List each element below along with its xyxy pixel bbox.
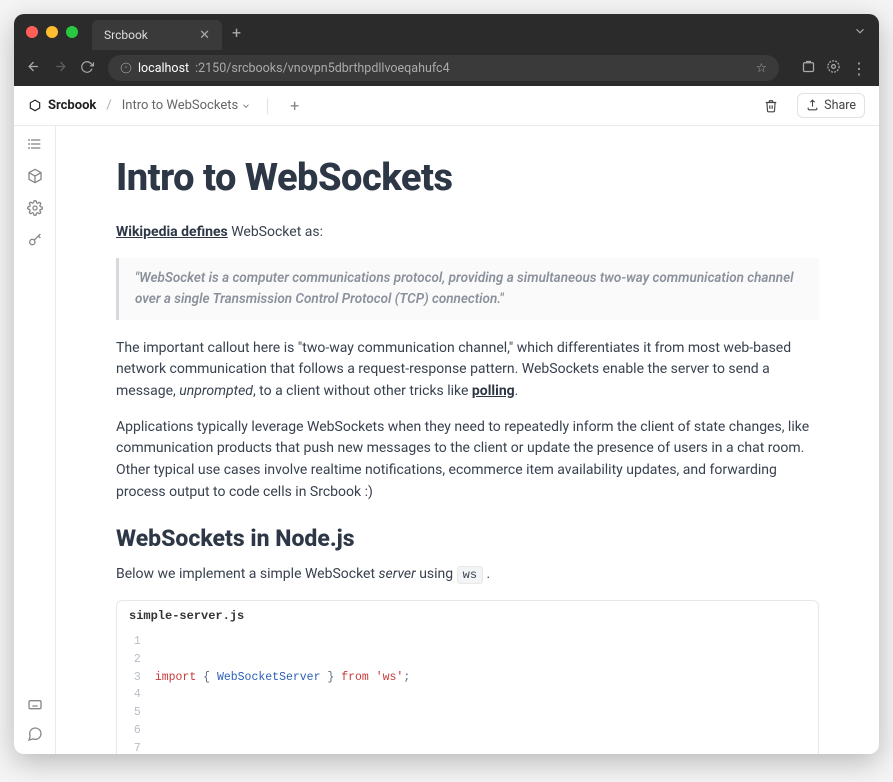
- code-editor[interactable]: 1234567891011 import { WebSocketServer }…: [117, 631, 818, 754]
- brand-text: Srcbook: [48, 98, 96, 113]
- polling-link[interactable]: polling: [472, 383, 515, 399]
- app-header: Srcbook / Intro to WebSockets + Share: [14, 86, 879, 126]
- brand-link[interactable]: Srcbook: [28, 98, 96, 113]
- definition-blockquote: "WebSocket is a computer communications …: [116, 258, 819, 320]
- keyboard-icon[interactable]: [27, 696, 43, 712]
- browser-menu-icon[interactable]: ⋮: [851, 59, 867, 78]
- share-button[interactable]: Share: [797, 93, 865, 118]
- url-host: localhost: [138, 61, 189, 76]
- browser-urlbar: localhost :2150/srcbooks/vnovpn5dbrthpdll…: [14, 50, 879, 86]
- feedback-icon[interactable]: [27, 726, 43, 742]
- package-icon[interactable]: [27, 168, 43, 184]
- settings-icon[interactable]: [27, 200, 43, 216]
- window-minimize-button[interactable]: [46, 26, 58, 38]
- intro-paragraph: Wikipedia defines WebSocket as:: [116, 222, 819, 244]
- outline-icon[interactable]: [27, 136, 43, 152]
- trash-icon: [764, 99, 778, 113]
- url-path: :2150/srcbooks/vnovpn5dbrthpdllvoeqahufc…: [195, 61, 450, 76]
- window-maximize-button[interactable]: [66, 26, 78, 38]
- add-cell-button[interactable]: +: [284, 94, 305, 117]
- extensions-icon[interactable]: [801, 59, 816, 78]
- bookmark-star-icon[interactable]: ☆: [756, 60, 767, 76]
- tabs-dropdown-icon[interactable]: [853, 23, 867, 42]
- wikipedia-link[interactable]: Wikipedia defines: [116, 224, 228, 240]
- delete-button[interactable]: [755, 94, 787, 118]
- code-cell: simple-server.js 1234567891011 import { …: [116, 600, 819, 754]
- browser-tab-title: Srcbook: [104, 28, 148, 42]
- upload-icon: [806, 99, 819, 112]
- breadcrumb-separator: /: [106, 98, 111, 113]
- hexagon-icon: [28, 99, 42, 113]
- document-content: Intro to WebSockets Wikipedia defines We…: [56, 126, 879, 754]
- heading-node: WebSockets in Node.js: [116, 525, 819, 552]
- site-info-icon[interactable]: [120, 62, 132, 74]
- chevron-down-icon: [241, 101, 251, 111]
- inline-code-ws: ws: [457, 566, 483, 584]
- paragraph-2: Applications typically leverage WebSocke…: [116, 417, 819, 504]
- code-lines: import { WebSocketServer } from 'ws'; //…: [155, 633, 808, 754]
- code-filename[interactable]: simple-server.js: [117, 601, 818, 631]
- key-icon[interactable]: [27, 232, 43, 248]
- close-tab-icon[interactable]: ✕: [199, 28, 210, 43]
- profile-icon[interactable]: [826, 59, 841, 78]
- nav-back-icon[interactable]: [26, 59, 41, 78]
- nav-reload-icon[interactable]: [80, 59, 94, 78]
- breadcrumb-item[interactable]: Intro to WebSockets: [122, 98, 251, 113]
- address-bar[interactable]: localhost :2150/srcbooks/vnovpn5dbrthpdll…: [108, 55, 779, 81]
- divider: [267, 98, 268, 114]
- line-gutter: 1234567891011: [127, 633, 155, 754]
- window-close-button[interactable]: [26, 26, 38, 38]
- nav-forward-icon[interactable]: [53, 59, 68, 78]
- page-title: Intro to WebSockets: [116, 156, 819, 200]
- sidebar: [14, 126, 56, 754]
- paragraph-3: Below we implement a simple WebSocket se…: [116, 564, 819, 586]
- browser-titlebar: Srcbook ✕ +: [14, 14, 879, 50]
- browser-tab[interactable]: Srcbook ✕: [92, 20, 222, 50]
- paragraph-1: The important callout here is "two-way c…: [116, 338, 819, 403]
- new-tab-button[interactable]: +: [232, 23, 241, 42]
